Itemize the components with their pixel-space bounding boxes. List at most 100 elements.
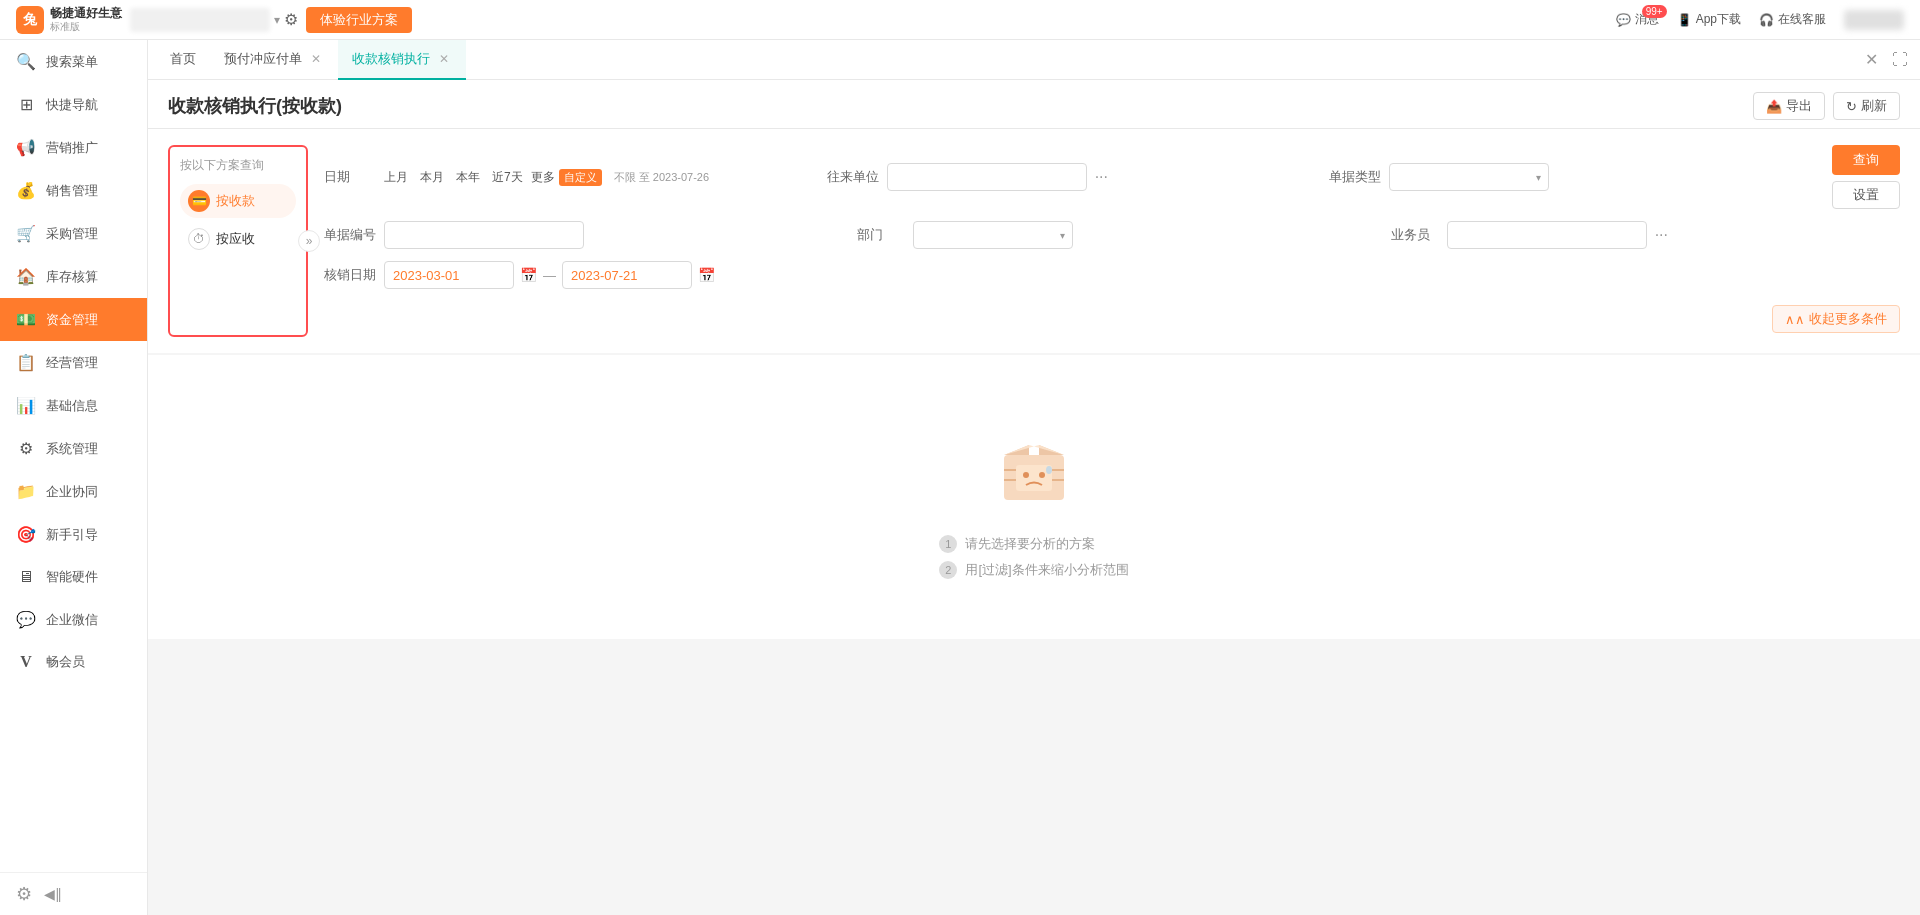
- filter-option-receipt-label: 按收款: [216, 192, 255, 210]
- shortcut-this-year[interactable]: 本年: [452, 168, 484, 187]
- tab-close-all-icon[interactable]: ✕: [1861, 46, 1882, 73]
- sidebar-item-sales[interactable]: 💰 销售管理: [0, 169, 147, 212]
- verify-date-end-input[interactable]: [562, 261, 692, 289]
- svg-point-3: [1039, 472, 1045, 478]
- sidebar-item-member[interactable]: V 畅会员: [0, 641, 147, 683]
- tab-receipt-verify-label: 收款核销执行: [352, 50, 430, 68]
- collapse-more-button[interactable]: ∧∧ 收起更多条件: [1772, 305, 1900, 333]
- sidebar-item-hardware[interactable]: 🖥 智能硬件: [0, 556, 147, 598]
- sidebar-item-enterprise[interactable]: 📁 企业协同: [0, 470, 147, 513]
- filter-option-receivable-label: 按应收: [216, 230, 255, 248]
- sidebar-item-basic-info[interactable]: 📊 基础信息: [0, 384, 147, 427]
- tab-receipt-verify-close[interactable]: ✕: [436, 51, 452, 67]
- collapse-sidebar-arrow[interactable]: »: [298, 230, 320, 252]
- app-download-label: App下载: [1696, 11, 1741, 28]
- hardware-icon: 🖥: [16, 568, 36, 586]
- message-item[interactable]: 💬 消息 99+: [1616, 11, 1659, 28]
- user-avatar: [1844, 10, 1904, 30]
- industry-btn[interactable]: 体验行业方案: [306, 7, 412, 33]
- header-right: 💬 消息 99+ 📱 App下载 🎧 在线客服: [1616, 10, 1904, 30]
- marketing-icon: 📢: [16, 138, 36, 157]
- tab-receipt-verify[interactable]: 收款核销执行 ✕: [338, 40, 466, 80]
- verify-date-range: 📅 — 📅: [384, 261, 715, 289]
- search-menu-icon: 🔍: [16, 52, 36, 71]
- service-icon: 🎧: [1759, 13, 1774, 27]
- operations-icon: 📋: [16, 353, 36, 372]
- brand-logo: 兔: [16, 6, 44, 34]
- basic-info-icon: 📊: [16, 396, 36, 415]
- empty-tip-1: 1 请先选择要分析的方案: [939, 535, 1128, 553]
- sidebar-item-system[interactable]: ⚙ 系统管理: [0, 427, 147, 470]
- settings-button[interactable]: 设置: [1832, 181, 1900, 209]
- header-gear-icon[interactable]: ⚙: [284, 10, 298, 29]
- verify-date-end-cal-icon[interactable]: 📅: [698, 267, 715, 283]
- svg-point-4: [1046, 466, 1052, 474]
- tab-home[interactable]: 首页: [156, 40, 210, 80]
- doc-type-select-wrapper: ▾: [1389, 163, 1549, 191]
- online-service-item[interactable]: 🎧 在线客服: [1759, 11, 1826, 28]
- sidebar-label-purchase: 采购管理: [46, 225, 98, 243]
- sidebar-item-operations[interactable]: 📋 经营管理: [0, 341, 147, 384]
- app-icon: 📱: [1677, 13, 1692, 27]
- filter-option-by-receipt[interactable]: 💳 按收款: [180, 184, 296, 218]
- sidebar-item-inventory[interactable]: 🏠 库存核算: [0, 255, 147, 298]
- export-button[interactable]: 📤 导出: [1753, 92, 1825, 120]
- query-button[interactable]: 查询: [1832, 145, 1900, 175]
- shortcut-last-month[interactable]: 上月: [380, 168, 412, 187]
- tab-fullscreen-icon[interactable]: ⛶: [1888, 47, 1912, 73]
- wechat-icon: 💬: [16, 610, 36, 629]
- header-workspace-input[interactable]: [130, 8, 270, 32]
- collapse-more: ∧∧ 收起更多条件: [324, 301, 1900, 337]
- counterparty-input[interactable]: [887, 163, 1087, 191]
- filter-group-verify-date: 核销日期 📅 — 📅: [324, 261, 1900, 289]
- tab-prepay-close[interactable]: ✕: [308, 51, 324, 67]
- doc-type-select[interactable]: [1389, 163, 1549, 191]
- sidebar-label-wechat: 企业微信: [46, 611, 98, 629]
- header-dropdown-icon[interactable]: ▾: [274, 13, 280, 27]
- sidebar-label-hardware: 智能硬件: [46, 568, 98, 586]
- filter-row-1: 日期 上月 本月 本年 近7天 更多 自定义: [324, 145, 1900, 209]
- tab-prepay[interactable]: 预付冲应付单 ✕: [210, 40, 338, 80]
- sidebar-item-purchase[interactable]: 🛒 采购管理: [0, 212, 147, 255]
- sidebar-item-quick-nav[interactable]: ⊞ 快捷导航: [0, 83, 147, 126]
- shortcut-more[interactable]: 更多: [531, 169, 555, 186]
- department-select[interactable]: [913, 221, 1073, 249]
- empty-tips: 1 请先选择要分析的方案 2 用[过滤]条件来缩小分析范围: [939, 535, 1128, 579]
- salesperson-dots[interactable]: ···: [1655, 226, 1668, 244]
- header-left: 兔 畅捷通好生意 标准版 ▾ ⚙ 体验行业方案: [16, 6, 412, 34]
- department-select-wrapper: ▾: [913, 221, 1073, 249]
- shortcut-7days[interactable]: 近7天: [488, 168, 527, 187]
- filter-row-3: 核销日期 📅 — 📅: [324, 261, 1900, 289]
- empty-illustration: [974, 415, 1094, 515]
- salesperson-input[interactable]: [1447, 221, 1647, 249]
- collapse-sidebar-icon[interactable]: ◀‖: [44, 886, 62, 902]
- sidebar-item-capital[interactable]: 💵 资金管理: [0, 298, 147, 341]
- doc-number-input[interactable]: [384, 221, 584, 249]
- shortcut-custom[interactable]: 自定义: [559, 169, 602, 186]
- verify-date-start-input[interactable]: [384, 261, 514, 289]
- tab-bar-right: ✕ ⛶: [1861, 46, 1912, 73]
- sidebar-item-marketing[interactable]: 📢 营销推广: [0, 126, 147, 169]
- filter-group-counterparty: 往来单位 ···: [827, 163, 1306, 191]
- filter-option-by-receivable[interactable]: ⏱ 按应收: [180, 222, 296, 256]
- tab-bar: 首页 预付冲应付单 ✕ 收款核销执行 ✕ ✕ ⛶: [148, 40, 1920, 80]
- sidebar-item-search-menu[interactable]: 🔍 搜索菜单: [0, 40, 147, 83]
- collapse-more-label: 收起更多条件: [1809, 310, 1887, 328]
- counterparty-label: 往来单位: [827, 168, 879, 186]
- counterparty-dots[interactable]: ···: [1095, 168, 1108, 186]
- filter-sidebar-title: 按以下方案查询: [180, 157, 296, 174]
- doc-type-label: 单据类型: [1329, 168, 1381, 186]
- shortcut-this-month[interactable]: 本月: [416, 168, 448, 187]
- filter-group-date: 日期 上月 本月 本年 近7天 更多 自定义: [324, 168, 803, 187]
- app-download-item[interactable]: 📱 App下载: [1677, 11, 1741, 28]
- page-header-actions: 📤 导出 ↻ 刷新: [1753, 92, 1900, 120]
- sidebar-label-capital: 资金管理: [46, 311, 98, 329]
- sidebar-item-guide[interactable]: 🎯 新手引导: [0, 513, 147, 556]
- doc-number-label: 单据编号: [324, 226, 376, 244]
- settings-bottom-icon[interactable]: ⚙: [16, 883, 32, 905]
- sales-icon: 💰: [16, 181, 36, 200]
- verify-date-start-cal-icon[interactable]: 📅: [520, 267, 537, 283]
- refresh-button[interactable]: ↻ 刷新: [1833, 92, 1900, 120]
- tab-prepay-label: 预付冲应付单: [224, 50, 302, 68]
- sidebar-item-wechat[interactable]: 💬 企业微信: [0, 598, 147, 641]
